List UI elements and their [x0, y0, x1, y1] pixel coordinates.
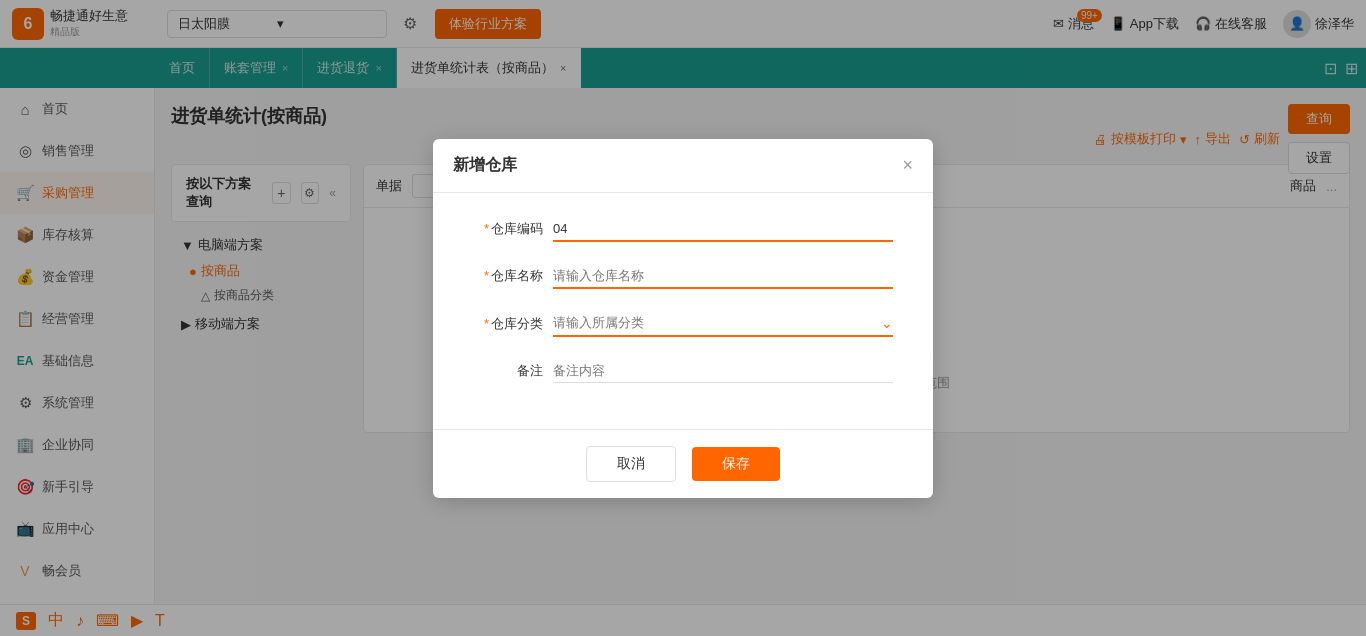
- dialog-body: 仓库编码 仓库名称 仓库分类 ⌄ 备注: [433, 193, 933, 429]
- code-label: 仓库编码: [473, 220, 553, 238]
- note-input[interactable]: [553, 359, 893, 383]
- name-label: 仓库名称: [473, 267, 553, 285]
- dialog-overlay[interactable]: 新增仓库 × 仓库编码 仓库名称 仓库分类 ⌄: [0, 0, 1366, 636]
- code-input[interactable]: [553, 217, 893, 242]
- form-row-category: 仓库分类 ⌄: [473, 311, 893, 337]
- note-label: 备注: [473, 362, 553, 380]
- form-row-code: 仓库编码: [473, 217, 893, 242]
- cancel-button[interactable]: 取消: [586, 446, 676, 482]
- category-dropdown-icon[interactable]: ⌄: [881, 315, 893, 331]
- form-row-note: 备注: [473, 359, 893, 383]
- dialog-footer: 取消 保存: [433, 429, 933, 498]
- save-button[interactable]: 保存: [692, 447, 780, 481]
- new-warehouse-dialog: 新增仓库 × 仓库编码 仓库名称 仓库分类 ⌄: [433, 139, 933, 498]
- dialog-title: 新增仓库: [453, 155, 517, 176]
- form-row-name: 仓库名称: [473, 264, 893, 289]
- category-label: 仓库分类: [473, 315, 553, 333]
- dialog-close-button[interactable]: ×: [902, 155, 913, 176]
- category-select[interactable]: ⌄: [553, 311, 893, 337]
- category-input[interactable]: [553, 315, 881, 330]
- dialog-header: 新增仓库 ×: [433, 139, 933, 193]
- name-input[interactable]: [553, 264, 893, 289]
